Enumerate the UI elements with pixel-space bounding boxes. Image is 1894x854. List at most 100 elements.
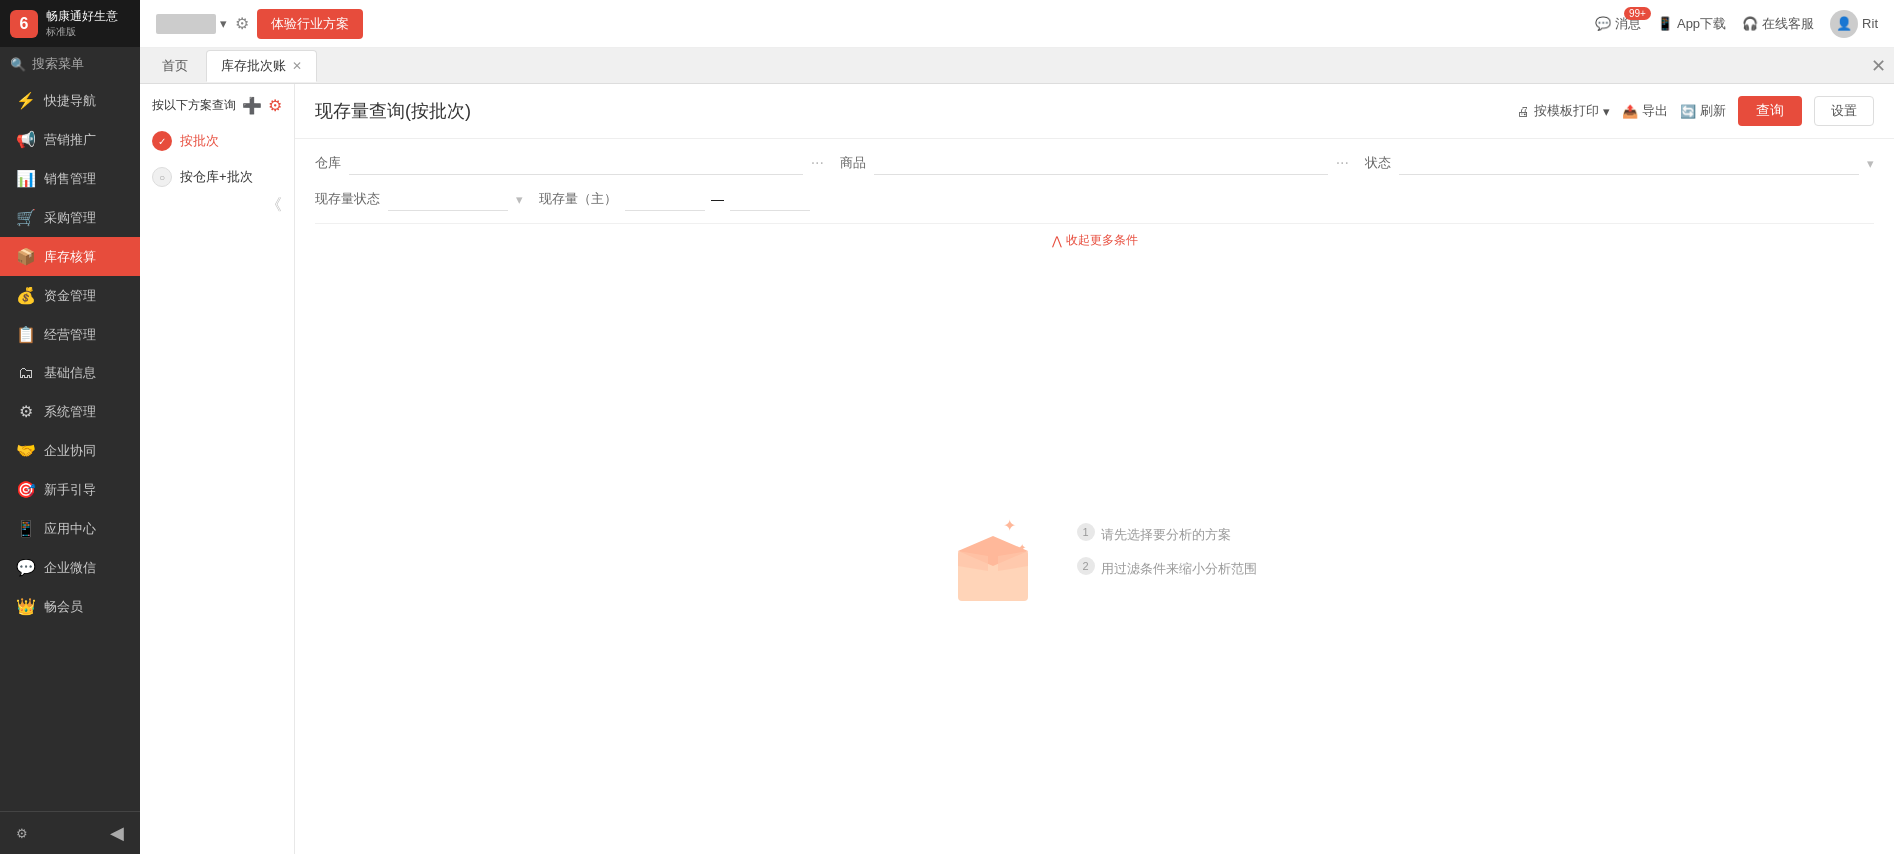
sidebar-item-operations[interactable]: 📋 经营管理 <box>0 315 140 354</box>
qty-min-input[interactable] <box>625 187 705 211</box>
qty-range: — <box>625 187 810 211</box>
search-label: 搜索菜单 <box>32 55 84 73</box>
sidebar-item-member[interactable]: 👑 畅会员 <box>0 587 140 626</box>
wechat-icon: 💬 <box>16 558 36 577</box>
refresh-icon: 🔄 <box>1680 104 1696 119</box>
trial-button[interactable]: 体验行业方案 <box>257 9 363 39</box>
page-title: 现存量查询(按批次) <box>315 99 471 123</box>
sidebar-item-purchase[interactable]: 🛒 采购管理 <box>0 198 140 237</box>
inventory-qty-label: 现存量（主） <box>539 190 617 208</box>
guide-icon: 🎯 <box>16 480 36 499</box>
sidebar-item-marketing[interactable]: 📢 营销推广 <box>0 120 140 159</box>
empty-instructions: 1 请先选择要分析的方案 2 用过滤条件来缩小分析范围 <box>1077 522 1257 590</box>
sidebar-item-label: 采购管理 <box>44 209 96 227</box>
tabbar-actions: ✕ <box>1871 55 1886 77</box>
sidebar: 6 畅康通好生意 标准版 🔍 搜索菜单 ⚡ 快捷导航 📢 营销推广 📊 销售管理… <box>0 0 140 854</box>
filter-row-1: 仓库 ··· 商品 ··· 状态 ▾ <box>315 151 1874 175</box>
settings-icon[interactable]: ⚙ <box>16 826 28 841</box>
system-icon: ⚙ <box>16 402 36 421</box>
filter-area: 仓库 ··· 商品 ··· 状态 ▾ <box>295 139 1894 257</box>
collapse-label: 收起更多条件 <box>1066 232 1138 249</box>
sidebar-search[interactable]: 🔍 搜索菜单 <box>0 47 140 81</box>
add-scheme-icon[interactable]: ➕ <box>242 96 262 115</box>
app-download-btn[interactable]: 📱 App下载 <box>1657 15 1726 33</box>
app-brand: 畅康通好生意 标准版 <box>46 8 118 39</box>
sidebar-item-basics[interactable]: 🗂 基础信息 <box>0 354 140 392</box>
inventory-icon: 📦 <box>16 247 36 266</box>
sales-icon: 📊 <box>16 169 36 188</box>
sidebar-item-sales[interactable]: 📊 销售管理 <box>0 159 140 198</box>
basics-icon: 🗂 <box>16 364 36 382</box>
chevron-down-icon2: ▾ <box>516 192 523 207</box>
app-download-label: App下载 <box>1677 15 1726 33</box>
sidebar-item-finance[interactable]: 💰 资金管理 <box>0 276 140 315</box>
scheme-item-by-warehouse-batch[interactable]: ○ 按仓库+批次 <box>140 159 294 195</box>
filter-inventory-qty: 现存量（主） — <box>539 187 810 211</box>
sidebar-item-quick-nav[interactable]: ⚡ 快捷导航 <box>0 81 140 120</box>
range-separator: — <box>711 192 724 207</box>
status-label: 状态 <box>1365 154 1391 172</box>
filter-row-2: 现存量状态 ▾ 现存量（主） — <box>315 187 1874 211</box>
app-name: 畅康通好生意 <box>46 8 118 25</box>
scheme-header-label: 按以下方案查询 <box>152 97 236 114</box>
sidebar-item-guide[interactable]: 🎯 新手引导 <box>0 470 140 509</box>
messages-btn[interactable]: 💬 消息 99+ <box>1595 15 1641 33</box>
sidebar-item-apps[interactable]: 📱 应用中心 <box>0 509 140 548</box>
refresh-btn[interactable]: 🔄 刷新 <box>1680 102 1726 120</box>
search-icon: 🔍 <box>10 57 26 72</box>
marketing-icon: 📢 <box>16 130 36 149</box>
phone-icon: 📱 <box>1657 16 1673 31</box>
sidebar-item-inventory[interactable]: 📦 库存核算 <box>0 237 140 276</box>
sidebar-item-label: 快捷导航 <box>44 92 96 110</box>
page-header: 现存量查询(按批次) 🖨 按模板打印 ▾ 📤 导出 🔄 刷新 <box>295 84 1894 139</box>
topbar-settings-icon[interactable]: ⚙ <box>235 14 249 33</box>
tab-close-icon[interactable]: ✕ <box>292 59 302 73</box>
tabbar-close-button[interactable]: ✕ <box>1871 55 1886 77</box>
warehouse-input[interactable] <box>349 151 803 175</box>
sidebar-nav: ⚡ 快捷导航 📢 营销推广 📊 销售管理 🛒 采购管理 📦 库存核算 💰 资金管… <box>0 81 140 811</box>
member-icon: 👑 <box>16 597 36 616</box>
empty-illustration: ✦ ✦ <box>933 496 1053 616</box>
filter-status: 状态 ▾ <box>1365 151 1874 175</box>
scheme-panel-collapse-btn[interactable]: 《 <box>140 195 294 216</box>
collapse-bar[interactable]: ⋀ 收起更多条件 <box>315 223 1874 257</box>
sidebar-collapse-btn[interactable]: ◀ <box>110 822 124 844</box>
query-button[interactable]: 查询 <box>1738 96 1802 126</box>
sidebar-item-wechat[interactable]: 💬 企业微信 <box>0 548 140 587</box>
print-btn[interactable]: 🖨 按模板打印 ▾ <box>1517 102 1610 120</box>
product-more[interactable]: ··· <box>1336 154 1349 172</box>
svg-text:✦: ✦ <box>1018 542 1026 553</box>
user-avatar[interactable]: 👤 Rit <box>1830 10 1878 38</box>
sidebar-item-label: 应用中心 <box>44 520 96 538</box>
settings-scheme-icon[interactable]: ⚙ <box>268 96 282 115</box>
online-service-btn[interactable]: 🎧 在线客服 <box>1742 15 1814 33</box>
tab-batch-account[interactable]: 库存批次账 ✕ <box>206 50 317 82</box>
topbar-left: ▾ ⚙ 体验行业方案 <box>156 9 1583 39</box>
quick-nav-icon: ⚡ <box>16 91 36 110</box>
export-btn[interactable]: 📤 导出 <box>1622 102 1668 120</box>
username-label: Rit <box>1862 16 1878 31</box>
product-input[interactable] <box>874 151 1328 175</box>
chevron-down-icon: ▾ <box>220 16 227 31</box>
settings-button[interactable]: 设置 <box>1814 96 1874 126</box>
scheme-item-by-batch[interactable]: ✓ 按批次 <box>140 123 294 159</box>
refresh-label: 刷新 <box>1700 102 1726 120</box>
sidebar-item-system[interactable]: ⚙ 系统管理 <box>0 392 140 431</box>
status-select[interactable] <box>1399 151 1859 175</box>
inventory-status-select[interactable] <box>388 187 508 211</box>
page-content: 现存量查询(按批次) 🖨 按模板打印 ▾ 📤 导出 🔄 刷新 <box>295 84 1894 854</box>
sidebar-item-label: 畅会员 <box>44 598 83 616</box>
topbar-dropdown[interactable]: ▾ <box>156 14 227 34</box>
collapse-up-icon: ⋀ <box>1052 234 1062 248</box>
tab-home[interactable]: 首页 <box>148 51 202 81</box>
page-header-actions: 🖨 按模板打印 ▾ 📤 导出 🔄 刷新 查询 设置 <box>1517 96 1874 126</box>
sidebar-item-label: 经营管理 <box>44 326 96 344</box>
avatar: 👤 <box>1830 10 1858 38</box>
warehouse-more[interactable]: ··· <box>811 154 824 172</box>
sidebar-item-label: 基础信息 <box>44 364 96 382</box>
print-label: 按模板打印 <box>1534 102 1599 120</box>
online-service-label: 在线客服 <box>1762 15 1814 33</box>
qty-max-input[interactable] <box>730 187 810 211</box>
filter-warehouse: 仓库 ··· <box>315 151 824 175</box>
sidebar-item-enterprise[interactable]: 🤝 企业协同 <box>0 431 140 470</box>
